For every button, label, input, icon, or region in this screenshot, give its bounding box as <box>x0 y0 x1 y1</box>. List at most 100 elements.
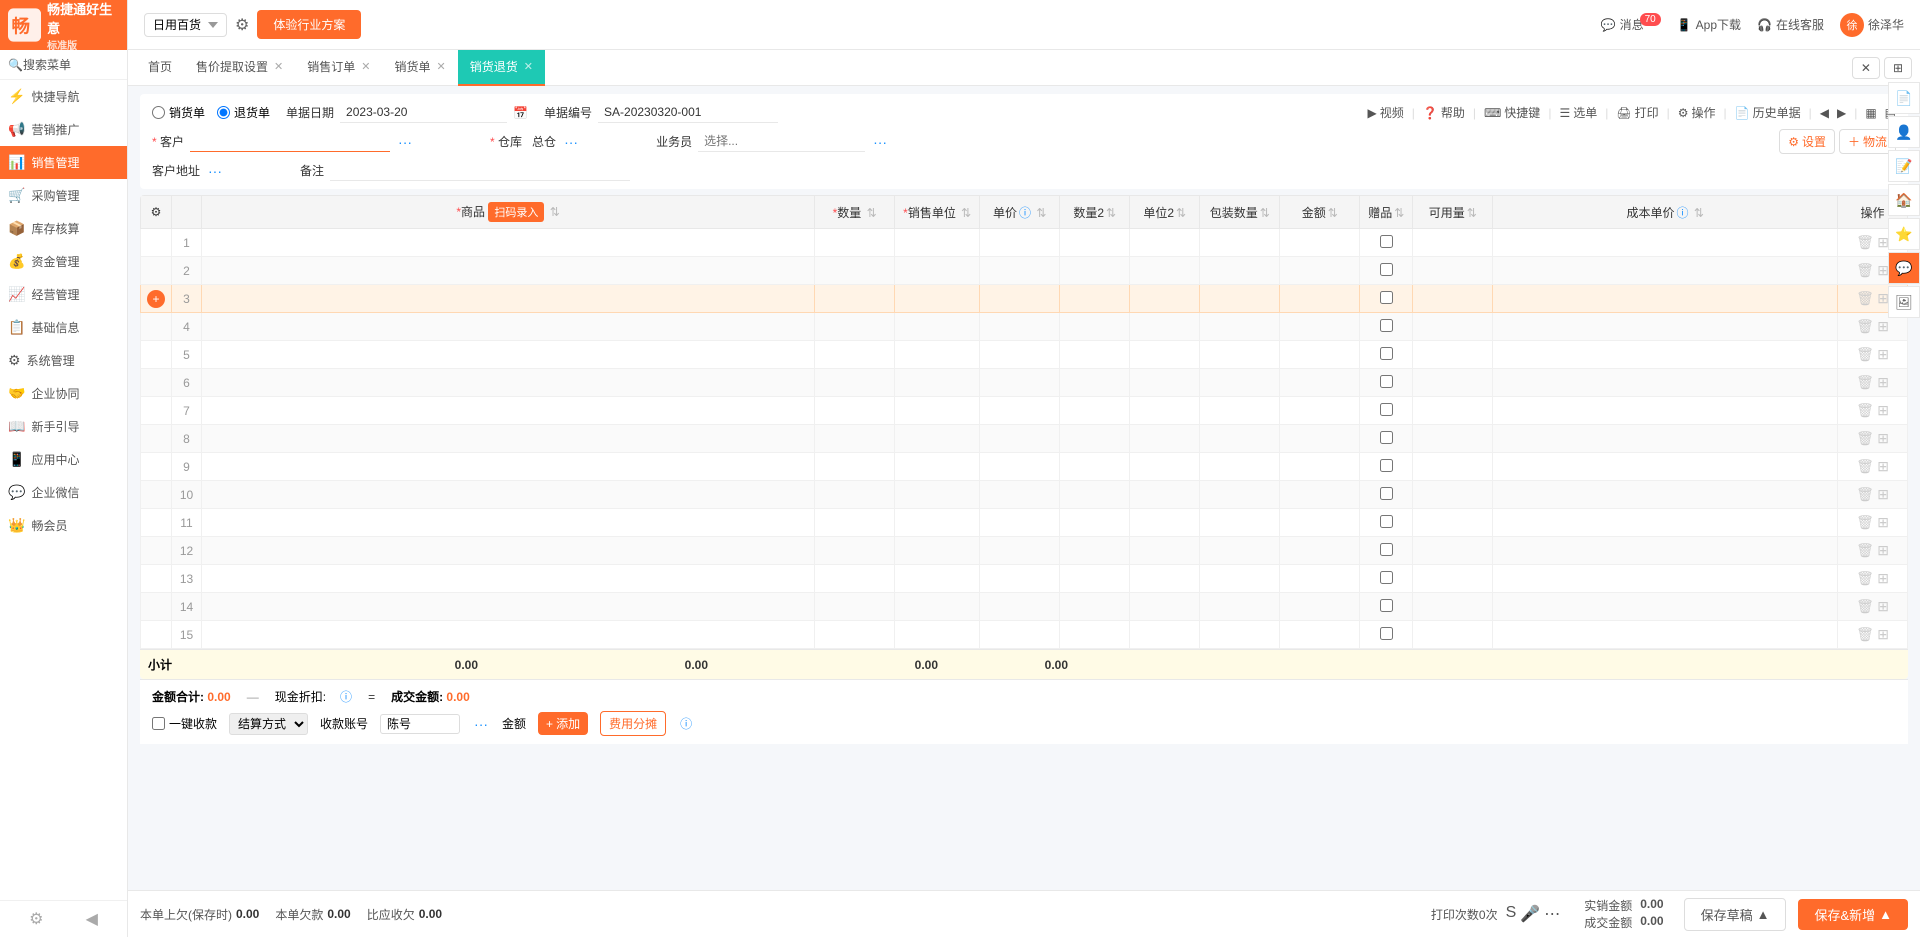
cost-price-cell[interactable] <box>1493 229 1838 257</box>
qty2-cell[interactable] <box>1060 481 1130 509</box>
unit2-cell[interactable] <box>1130 313 1200 341</box>
float-btn-1[interactable]: 📄 <box>1888 82 1920 114</box>
account-input[interactable] <box>380 714 460 734</box>
settings-side-btn[interactable]: ⚙ 设置 <box>1779 129 1835 154</box>
tab-sales-close[interactable]: ✕ <box>437 60 446 73</box>
unit-cell[interactable] <box>895 397 980 425</box>
fee-btn[interactable]: 费用分摊 <box>600 711 666 736</box>
quantity-cell[interactable] <box>815 481 895 509</box>
radio-sales[interactable]: 销货单 <box>152 104 205 121</box>
gift-checkbox[interactable] <box>1380 319 1393 332</box>
pkg-qty-cell[interactable] <box>1200 565 1280 593</box>
price-cell[interactable] <box>980 229 1060 257</box>
qty2-cell[interactable] <box>1060 285 1130 313</box>
quantity-cell[interactable] <box>815 621 895 649</box>
cost-sort-icon[interactable]: ⇅ <box>1694 206 1704 220</box>
copy-row-icon[interactable]: ⊞ <box>1877 514 1889 530</box>
available-cell[interactable] <box>1413 621 1493 649</box>
available-cell[interactable] <box>1413 565 1493 593</box>
unit2-sort-icon[interactable]: ⇅ <box>1176 206 1186 220</box>
unit2-cell[interactable] <box>1130 229 1200 257</box>
unit-cell[interactable] <box>895 257 980 285</box>
price-cell[interactable] <box>980 453 1060 481</box>
qty2-cell[interactable] <box>1060 313 1130 341</box>
product-cell[interactable] <box>202 509 815 537</box>
cost-price-info-icon[interactable]: ⓘ <box>1676 206 1688 220</box>
toolbar-help[interactable]: ❓ 帮助 <box>1423 104 1465 121</box>
toolbar-shortcut[interactable]: ⌨ 快捷键 <box>1484 104 1540 121</box>
user-menu[interactable]: 徐 徐泽华 <box>1840 13 1904 37</box>
gift-sort-icon[interactable]: ⇅ <box>1394 206 1404 220</box>
qty2-cell[interactable] <box>1060 425 1130 453</box>
unit-cell[interactable] <box>895 509 980 537</box>
sidebar-item-finance[interactable]: 💰 资金管理 <box>0 245 127 278</box>
gift-cell[interactable] <box>1360 453 1413 481</box>
unit-cell[interactable] <box>895 481 980 509</box>
delete-row-icon[interactable]: 🗑 <box>1856 542 1874 558</box>
pkg-qty-cell[interactable] <box>1200 593 1280 621</box>
online-service-btn[interactable]: 🎧 在线客服 <box>1757 16 1824 33</box>
unit-price-info-icon[interactable]: ⓘ <box>1019 206 1031 220</box>
sidebar-item-operations[interactable]: 📈 经营管理 <box>0 278 127 311</box>
quantity-cell[interactable] <box>815 341 895 369</box>
tab-sales-order-close[interactable]: ✕ <box>361 60 370 73</box>
available-cell[interactable] <box>1413 453 1493 481</box>
delete-row-icon[interactable]: 🗑 <box>1856 402 1874 418</box>
delete-row-icon[interactable]: 🗑 <box>1856 486 1874 502</box>
cost-price-cell[interactable] <box>1493 565 1838 593</box>
available-cell[interactable] <box>1413 229 1493 257</box>
delete-row-icon[interactable]: 🗑 <box>1856 346 1874 362</box>
quantity-cell[interactable] <box>815 509 895 537</box>
product-cell[interactable] <box>202 397 815 425</box>
address-select-btn[interactable]: ··· <box>206 163 224 179</box>
add-row-icon[interactable]: + <box>147 290 165 308</box>
float-btn-6[interactable]: 💬 <box>1888 252 1920 284</box>
sidebar-item-search[interactable]: 🔍 搜索菜单 <box>0 50 127 80</box>
delete-row-icon[interactable]: 🗑 <box>1856 514 1874 530</box>
tab-home[interactable]: 首页 <box>136 50 184 86</box>
amount-cell[interactable] <box>1280 565 1360 593</box>
available-cell[interactable] <box>1413 341 1493 369</box>
pkg-qty-cell[interactable] <box>1200 397 1280 425</box>
qty2-cell[interactable] <box>1060 369 1130 397</box>
gift-cell[interactable] <box>1360 313 1413 341</box>
gift-cell[interactable] <box>1360 369 1413 397</box>
sidebar-item-wechat[interactable]: 💬 企业微信 <box>0 476 127 509</box>
delete-row-icon[interactable]: 🗑 <box>1856 290 1874 306</box>
price-cell[interactable] <box>980 285 1060 313</box>
sidebar-item-guide[interactable]: 📖 新手引导 <box>0 410 127 443</box>
customer-input[interactable] <box>190 131 390 152</box>
price-cell[interactable] <box>980 481 1060 509</box>
gift-checkbox[interactable] <box>1380 515 1393 528</box>
gift-checkbox[interactable] <box>1380 571 1393 584</box>
pkg-qty-cell[interactable] <box>1200 257 1280 285</box>
product-cell[interactable] <box>202 229 815 257</box>
settings-bottom-icon[interactable]: ⚙ <box>29 909 43 929</box>
unit-cell[interactable] <box>895 425 980 453</box>
toolbar-nav-next[interactable]: ▶ <box>1837 106 1846 120</box>
price-sort-icon[interactable]: ⇅ <box>1036 206 1046 220</box>
gift-checkbox[interactable] <box>1380 431 1393 444</box>
header-settings-icon[interactable]: ⚙ <box>235 15 249 35</box>
gift-cell[interactable] <box>1360 537 1413 565</box>
cost-price-cell[interactable] <box>1493 257 1838 285</box>
tab-more-btn[interactable]: ⊞ <box>1884 57 1912 79</box>
unit-cell[interactable] <box>895 565 980 593</box>
available-cell[interactable] <box>1413 285 1493 313</box>
float-btn-7[interactable]: 🖼 <box>1888 286 1920 318</box>
tab-sales-return[interactable]: 销货退货 ✕ <box>458 50 545 86</box>
amount-cell[interactable] <box>1280 593 1360 621</box>
unit-cell[interactable] <box>895 537 980 565</box>
quantity-cell[interactable] <box>815 397 895 425</box>
amount-cell[interactable] <box>1280 397 1360 425</box>
sidebar-item-basic[interactable]: 📋 基础信息 <box>0 311 127 344</box>
product-cell[interactable] <box>202 565 815 593</box>
unit2-cell[interactable] <box>1130 397 1200 425</box>
sidebar-item-shortcut[interactable]: ⚡ 快捷导航 <box>0 80 127 113</box>
calendar-icon[interactable]: 📅 <box>513 106 528 120</box>
cost-price-cell[interactable] <box>1493 453 1838 481</box>
toolbar-ops[interactable]: ⚙ 操作 <box>1678 104 1716 121</box>
delete-row-icon[interactable]: 🗑 <box>1856 626 1874 642</box>
toolbar-print[interactable]: 🖨 打印 <box>1616 104 1658 121</box>
unit2-cell[interactable] <box>1130 285 1200 313</box>
